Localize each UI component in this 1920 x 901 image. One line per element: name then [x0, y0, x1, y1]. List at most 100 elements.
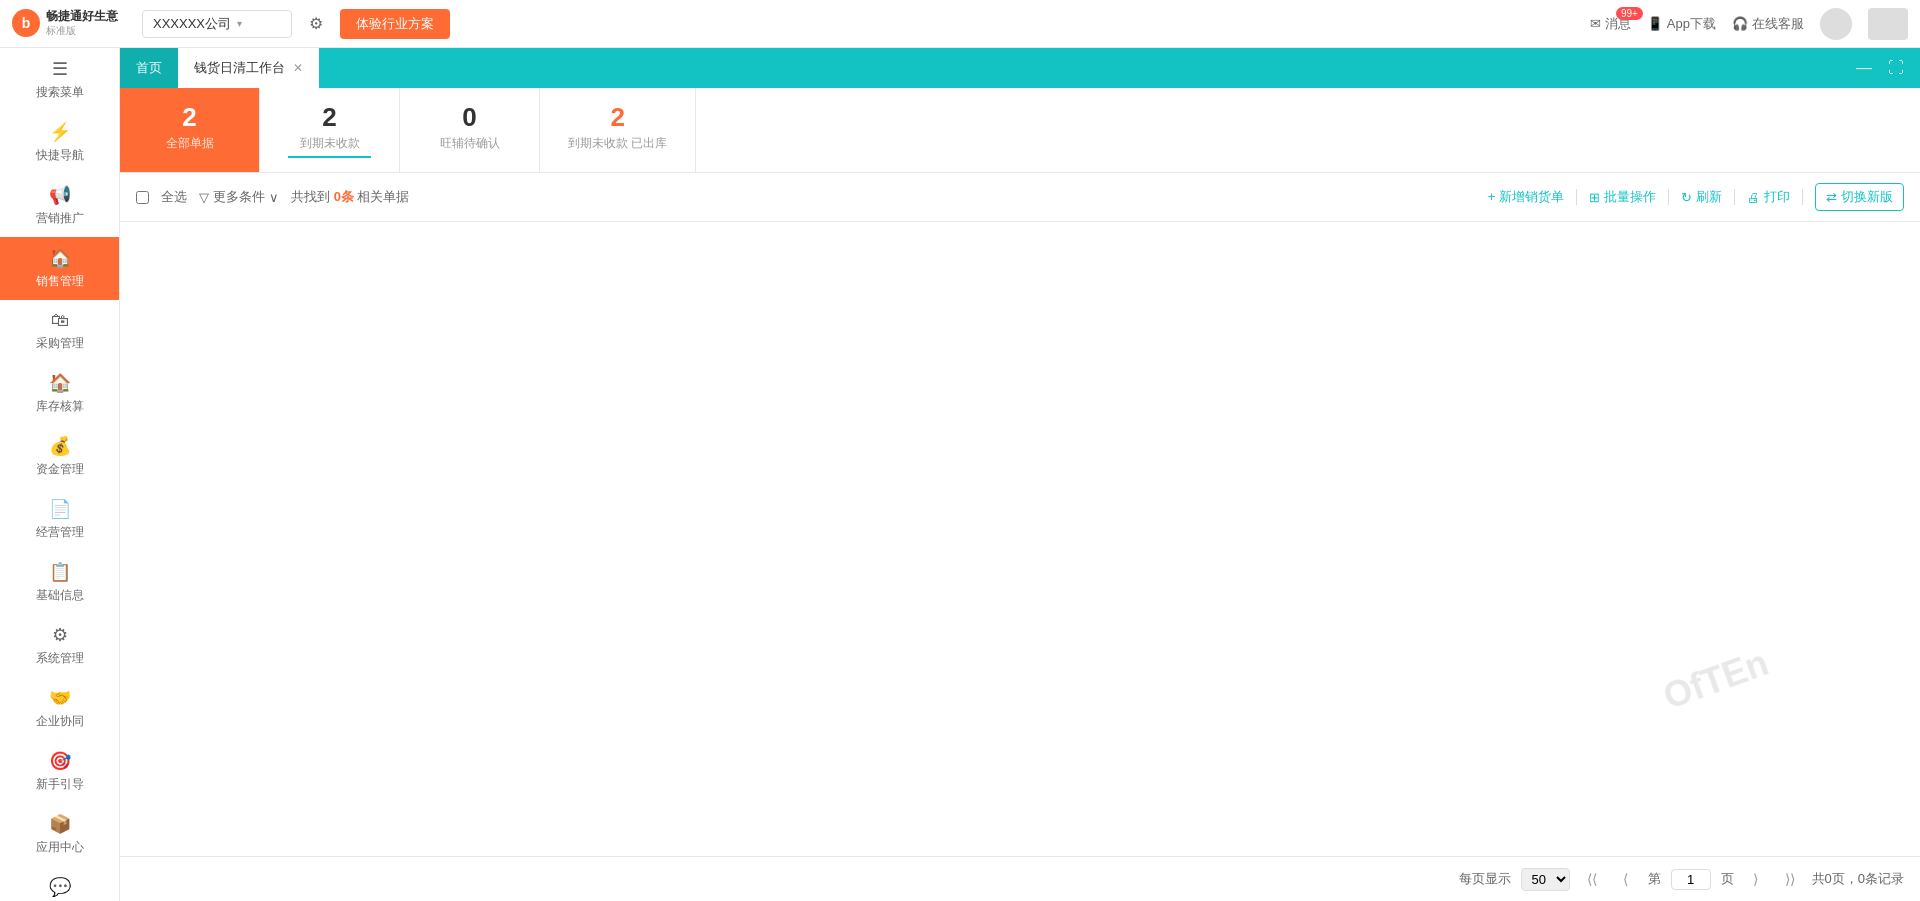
tab-cash-daily[interactable]: 钱货日清工作台 ✕	[178, 48, 319, 88]
logo-area: b 畅捷通好生意 标准版	[12, 9, 132, 37]
prev-page-button[interactable]: ⟨	[1614, 867, 1638, 891]
company-selector[interactable]: XXXXXX公司 ▾	[142, 10, 292, 38]
divider-3	[1734, 189, 1735, 205]
print-button[interactable]: 🖨 打印	[1747, 188, 1790, 206]
trial-button[interactable]: 体验行业方案	[340, 9, 450, 39]
gear-icon: ⚙	[309, 14, 323, 33]
tab-home-label: 首页	[136, 59, 162, 77]
found-text: 共找到 0条 相关单据	[291, 188, 409, 206]
user-name-area[interactable]	[1868, 8, 1908, 40]
stat-label-all: 全部单据	[148, 135, 231, 152]
select-all-checkbox[interactable]	[136, 191, 149, 204]
sidebar-item-finance[interactable]: 💰 资金管理	[0, 425, 119, 488]
sidebar-label-system: 系统管理	[36, 650, 84, 667]
logo-sub: 标准版	[46, 24, 118, 38]
maximize-button[interactable]: ⛶	[1884, 56, 1908, 80]
table-area	[120, 222, 1920, 856]
per-page-select[interactable]: 50	[1521, 868, 1570, 891]
sidebar-label-guide: 新手引导	[36, 776, 84, 793]
sidebar-label-cooperation: 企业协同	[36, 713, 84, 730]
toolbar-right: + 新增销货单 ⊞ 批量操作 ↻ 刷新 🖨 打印	[1488, 183, 1904, 211]
progress-bar	[288, 156, 371, 158]
company-name: XXXXXX公司	[153, 15, 231, 33]
divider-1	[1576, 189, 1577, 205]
window-controls: — ⛶	[1852, 56, 1920, 80]
marketing-icon: 📢	[49, 184, 71, 206]
found-count: 0条	[334, 189, 354, 204]
filter-button[interactable]: ▽ 更多条件 ∨	[199, 188, 279, 206]
message-icon: ✉	[1590, 16, 1601, 31]
message-button[interactable]: ✉ 消息 99+	[1590, 15, 1631, 33]
refresh-button[interactable]: ↻ 刷新	[1681, 188, 1722, 206]
switch-button[interactable]: ⇄ 切换新版	[1815, 183, 1904, 211]
online-service-label: 在线客服	[1752, 15, 1804, 33]
print-icon: 🖨	[1747, 190, 1760, 205]
cooperation-icon: 🤝	[49, 687, 71, 709]
sidebar-item-app-center[interactable]: 📦 应用中心	[0, 803, 119, 866]
refresh-icon: ↻	[1681, 190, 1692, 205]
content-area: 首页 钱货日清工作台 ✕ — ⛶ 2 全部单据 2 到期未收款	[120, 48, 1920, 901]
sidebar-label-operations: 经营管理	[36, 524, 84, 541]
sidebar-item-quick-nav[interactable]: ⚡ 快捷导航	[0, 111, 119, 174]
online-service-button[interactable]: 🎧 在线客服	[1732, 15, 1804, 33]
toolbar: 全选 ▽ 更多条件 ∨ 共找到 0条 相关单据 + 新增销货单 ⊞ 批量操作	[120, 173, 1920, 222]
sidebar-item-sales[interactable]: 🏠 销售管理	[0, 237, 119, 300]
logo-title: 畅捷通好生意	[46, 9, 118, 23]
stats-row: 2 全部单据 2 到期未收款 0 旺辅待确认 2 到期未收款 已出库	[120, 88, 1920, 173]
filter-icon: ▽	[199, 190, 209, 205]
tab-home[interactable]: 首页	[120, 48, 178, 88]
stat-card-overdue[interactable]: 2 到期未收款	[260, 88, 400, 172]
next-page-button[interactable]: ⟩	[1744, 867, 1768, 891]
settings-icon-button[interactable]: ⚙	[300, 8, 332, 40]
operations-icon: 📄	[49, 498, 71, 520]
last-page-button[interactable]: ⟩⟩	[1778, 867, 1802, 891]
top-right-area: ✉ 消息 99+ 📱 App下载 🎧 在线客服	[1590, 8, 1908, 40]
message-badge: 99+	[1616, 7, 1643, 20]
sidebar-item-purchase[interactable]: 🛍 采购管理	[0, 300, 119, 362]
page-content: 2 全部单据 2 到期未收款 0 旺辅待确认 2 到期未收款 已出库	[120, 88, 1920, 901]
sidebar: ☰ 搜索菜单 ⚡ 快捷导航 📢 营销推广 🏠 销售管理 🛍 采购管理 🏠 库存核…	[0, 48, 120, 901]
sidebar-label-sales: 销售管理	[36, 273, 84, 290]
stat-card-overdue-out[interactable]: 2 到期未收款 已出库	[540, 88, 696, 172]
avatar[interactable]	[1820, 8, 1852, 40]
sales-icon: 🏠	[49, 247, 71, 269]
sidebar-item-inventory[interactable]: 🏠 库存核算	[0, 362, 119, 425]
stat-number-overdue: 2	[288, 102, 371, 133]
page-input[interactable]	[1671, 869, 1711, 890]
sidebar-item-operations[interactable]: 📄 经营管理	[0, 488, 119, 551]
chevron-filter-icon: ∨	[269, 190, 279, 205]
pagination-bar: 每页显示 50 ⟨⟨ ⟨ 第 页 ⟩ ⟩⟩ 共0页，0条记录	[120, 856, 1920, 901]
app-download-label: App下载	[1667, 15, 1716, 33]
tab-bar: 首页 钱货日清工作台 ✕ — ⛶	[120, 48, 1920, 88]
stat-label-overdue-out: 到期未收款 已出库	[568, 135, 667, 152]
stat-number-all: 2	[148, 102, 231, 133]
stat-card-pending[interactable]: 0 旺辅待确认	[400, 88, 540, 172]
select-all-label: 全选	[161, 188, 187, 206]
sidebar-item-marketing[interactable]: 📢 营销推广	[0, 174, 119, 237]
basic-info-icon: 📋	[49, 561, 71, 583]
logo-icon: b	[12, 9, 40, 37]
tab-close-icon[interactable]: ✕	[293, 61, 303, 75]
sidebar-item-search-menu[interactable]: ☰ 搜索菜单	[0, 48, 119, 111]
top-bar: b 畅捷通好生意 标准版 XXXXXX公司 ▾ ⚙ 体验行业方案 ✉ 消息 99…	[0, 0, 1920, 48]
batch-button[interactable]: ⊞ 批量操作	[1589, 188, 1656, 206]
total-info: 共0页，0条记录	[1812, 870, 1904, 888]
divider-2	[1668, 189, 1669, 205]
first-page-button[interactable]: ⟨⟨	[1580, 867, 1604, 891]
sidebar-item-cooperation[interactable]: 🤝 企业协同	[0, 677, 119, 740]
sidebar-label-inventory: 库存核算	[36, 398, 84, 415]
minimize-button[interactable]: —	[1852, 56, 1876, 80]
sidebar-label-quick-nav: 快捷导航	[36, 147, 84, 164]
page-label: 第	[1648, 870, 1661, 888]
chevron-down-icon: ▾	[237, 18, 242, 29]
main-layout: ☰ 搜索菜单 ⚡ 快捷导航 📢 营销推广 🏠 销售管理 🛍 采购管理 🏠 库存核…	[0, 48, 1920, 901]
stat-card-all[interactable]: 2 全部单据	[120, 88, 260, 172]
add-button[interactable]: + 新增销货单	[1488, 188, 1564, 206]
sidebar-item-system[interactable]: ⚙ 系统管理	[0, 614, 119, 677]
stat-label-overdue: 到期未收款	[288, 135, 371, 152]
sidebar-item-wechat[interactable]: 💬 企业微信	[0, 866, 119, 901]
filter-label: 更多条件	[213, 188, 265, 206]
sidebar-item-basic-info[interactable]: 📋 基础信息	[0, 551, 119, 614]
sidebar-item-guide[interactable]: 🎯 新手引导	[0, 740, 119, 803]
app-download-button[interactable]: 📱 App下载	[1647, 15, 1716, 33]
